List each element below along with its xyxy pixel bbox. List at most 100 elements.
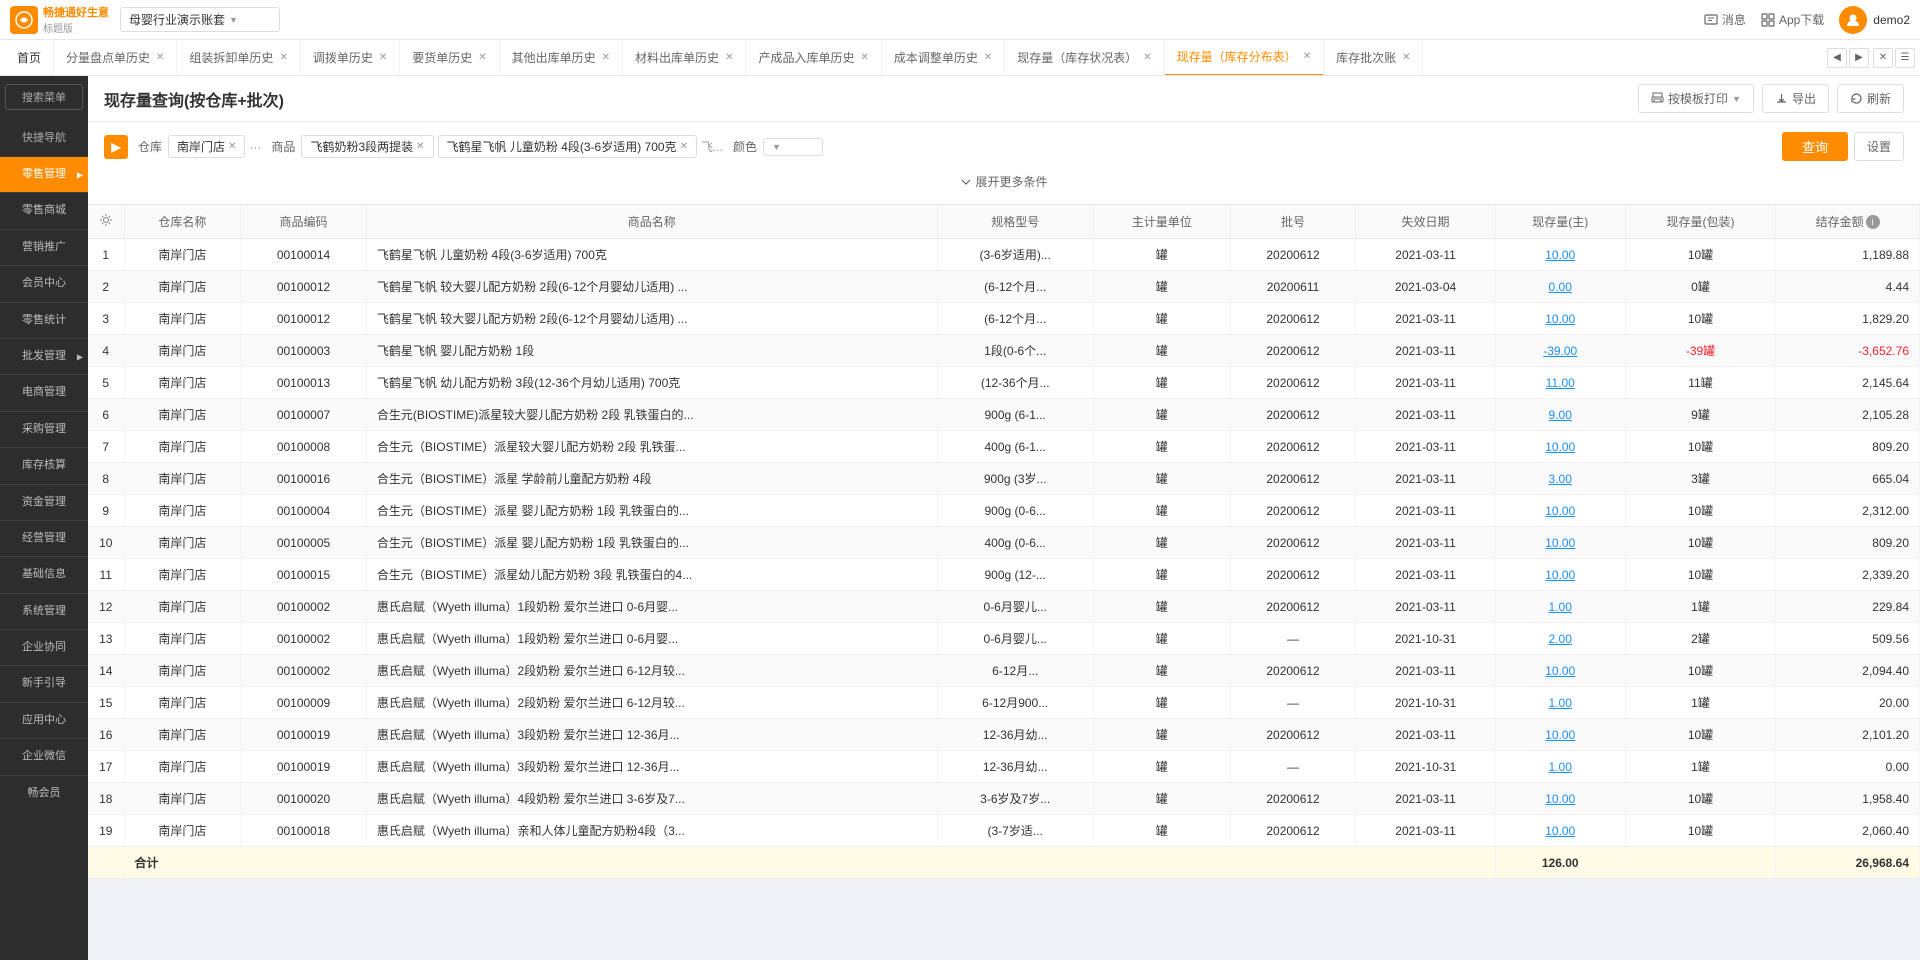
- product-tag-2-close[interactable]: ✕: [680, 141, 688, 152]
- row-qty-main[interactable]: -39.00: [1495, 335, 1625, 367]
- row-qty-main[interactable]: 2.00: [1495, 623, 1625, 655]
- product-more[interactable]: 飞...: [701, 138, 723, 155]
- row-no: 1: [88, 239, 124, 271]
- refresh-button[interactable]: 刷新: [1837, 84, 1904, 113]
- sidebar-item-enterprise-wechat[interactable]: 企业微信: [0, 738, 88, 774]
- tab-5[interactable]: 其他出库单历史 ✕: [500, 40, 623, 76]
- app-download-button[interactable]: App下载: [1761, 11, 1824, 28]
- row-qty-main[interactable]: 10.00: [1495, 527, 1625, 559]
- sidebar-item-ecommerce[interactable]: 电商管理: [0, 374, 88, 410]
- print-button[interactable]: 按模板打印 ▼: [1638, 84, 1754, 113]
- row-name: 合生元（BIOSTIME）派星 学龄前儿童配方奶粉 4段: [366, 463, 937, 495]
- user-area[interactable]: demo2: [1839, 6, 1910, 34]
- tab-1-close[interactable]: ✕: [156, 52, 164, 63]
- row-qty-main[interactable]: 10.00: [1495, 303, 1625, 335]
- nav-next-button[interactable]: ▶: [1849, 48, 1869, 68]
- tab-11-close[interactable]: ✕: [1402, 52, 1410, 63]
- tab-2-close[interactable]: ✕: [279, 52, 287, 63]
- tab-8-close[interactable]: ✕: [984, 52, 992, 63]
- query-button[interactable]: 查询: [1782, 132, 1848, 161]
- nav-close-tab-button[interactable]: ✕: [1873, 48, 1893, 68]
- tab-6-close[interactable]: ✕: [725, 52, 733, 63]
- row-qty-main[interactable]: 0.00: [1495, 271, 1625, 303]
- row-qty-main[interactable]: 10.00: [1495, 783, 1625, 815]
- sidebar-item-operations[interactable]: 经营管理: [0, 520, 88, 556]
- row-warehouse: 南岸门店: [124, 239, 241, 271]
- row-spec: 12-36月幼...: [937, 719, 1093, 751]
- tab-2[interactable]: 组装拆卸单历史 ✕: [177, 40, 300, 76]
- tab-11[interactable]: 库存批次账 ✕: [1324, 40, 1423, 76]
- row-expire: 2021-03-11: [1356, 399, 1495, 431]
- tab-3[interactable]: 调拨单历史 ✕: [301, 40, 400, 76]
- nav-prev-button[interactable]: ◀: [1827, 48, 1847, 68]
- row-qty-main[interactable]: 1.00: [1495, 751, 1625, 783]
- product-tag-1-close[interactable]: ✕: [416, 141, 424, 152]
- row-qty-main[interactable]: 10.00: [1495, 559, 1625, 591]
- search-menu-button[interactable]: 搜索菜单: [5, 84, 83, 110]
- username[interactable]: demo2: [1873, 13, 1910, 27]
- row-qty-main[interactable]: 11.00: [1495, 367, 1625, 399]
- warehouse-more-icon[interactable]: ···: [249, 140, 261, 154]
- row-qty-main[interactable]: 10.00: [1495, 495, 1625, 527]
- tab-10[interactable]: 现存量（库存分布表） ✕: [1165, 40, 1324, 76]
- row-qty-main[interactable]: 10.00: [1495, 719, 1625, 751]
- sidebar-item-purchase[interactable]: 采购管理: [0, 411, 88, 447]
- expand-more-conditions-button[interactable]: 展开更多条件: [952, 169, 1055, 194]
- row-qty-main[interactable]: 10.00: [1495, 655, 1625, 687]
- sidebar-item-app-center[interactable]: 应用中心: [0, 702, 88, 738]
- sidebar-item-membership[interactable]: 会员中心: [0, 265, 88, 301]
- sidebar-item-retail-mall[interactable]: 零售商城: [0, 192, 88, 228]
- row-qty-main[interactable]: 3.00: [1495, 463, 1625, 495]
- tab-10-close[interactable]: ✕: [1303, 51, 1311, 62]
- table-row: 19 南岸门店 00100018 惠氏启赋（Wyeth illuma）亲和人体儿…: [88, 815, 1920, 847]
- row-warehouse: 南岸门店: [124, 559, 241, 591]
- sidebar-item-inventory[interactable]: 库存核算: [0, 447, 88, 483]
- sidebar-item-finance[interactable]: 资金管理: [0, 484, 88, 520]
- tab-4[interactable]: 要货单历史 ✕: [400, 40, 499, 76]
- row-unit: 罐: [1093, 271, 1230, 303]
- tab-1[interactable]: 分量盘点单历史 ✕: [54, 40, 177, 76]
- tab-9-close[interactable]: ✕: [1143, 52, 1151, 63]
- row-expire: 2021-10-31: [1356, 687, 1495, 719]
- row-qty-main[interactable]: 9.00: [1495, 399, 1625, 431]
- tab-3-close[interactable]: ✕: [379, 52, 387, 63]
- th-settings[interactable]: [88, 205, 124, 239]
- tab-8[interactable]: 成本调整单历史 ✕: [882, 40, 1005, 76]
- row-qty-main[interactable]: 10.00: [1495, 815, 1625, 847]
- tab-home[interactable]: 首页: [5, 40, 54, 76]
- sidebar-item-system[interactable]: 系统管理: [0, 593, 88, 629]
- row-qty-main[interactable]: 1.00: [1495, 687, 1625, 719]
- messages-button[interactable]: 消息: [1704, 11, 1746, 28]
- org-selector[interactable]: 母婴行业演示账套 ▼: [120, 7, 280, 32]
- filter-expand-button[interactable]: ▶: [104, 135, 128, 159]
- amount-info-icon[interactable]: i: [1866, 215, 1880, 229]
- sidebar-item-retail-stats[interactable]: 零售统计: [0, 302, 88, 338]
- color-dropdown[interactable]: ▼: [763, 138, 823, 156]
- row-qty-main[interactable]: 10.00: [1495, 431, 1625, 463]
- tab-7[interactable]: 产成品入库单历史 ✕: [746, 40, 881, 76]
- warehouse-tag-close[interactable]: ✕: [228, 141, 236, 152]
- sidebar-item-marketing[interactable]: 营销推广: [0, 229, 88, 265]
- tab-4-close[interactable]: ✕: [478, 52, 486, 63]
- nav-menu-button[interactable]: ☰: [1895, 48, 1915, 68]
- sidebar-item-retail-management[interactable]: 零售管理 ▶: [0, 156, 88, 192]
- row-spec: (6-12个月...: [937, 303, 1093, 335]
- row-qty-main[interactable]: 1.00: [1495, 591, 1625, 623]
- sidebar-item-membership-app[interactable]: 畅会员: [0, 775, 88, 811]
- total-qty-main: 126.00: [1495, 847, 1625, 879]
- tab-6[interactable]: 材料出库单历史 ✕: [623, 40, 746, 76]
- table-settings-icon[interactable]: [99, 213, 113, 227]
- tab-9[interactable]: 现存量（库存状况表） ✕: [1005, 40, 1164, 76]
- sidebar-item-base-info[interactable]: 基础信息: [0, 556, 88, 592]
- tab-5-close[interactable]: ✕: [602, 52, 610, 63]
- print-icon: [1651, 92, 1664, 105]
- row-qty-main[interactable]: 10.00: [1495, 239, 1625, 271]
- quick-nav-button[interactable]: 快捷导航: [5, 123, 83, 151]
- tab-7-close[interactable]: ✕: [860, 52, 868, 63]
- settings-button[interactable]: 设置: [1854, 132, 1904, 161]
- sidebar-item-wholesale[interactable]: 批发管理 ▶: [0, 338, 88, 374]
- export-button[interactable]: 导出: [1762, 84, 1829, 113]
- row-qty-pkg: 1罐: [1625, 591, 1775, 623]
- sidebar-item-guide[interactable]: 新手引导: [0, 665, 88, 701]
- sidebar-item-collaboration[interactable]: 企业协同: [0, 629, 88, 665]
